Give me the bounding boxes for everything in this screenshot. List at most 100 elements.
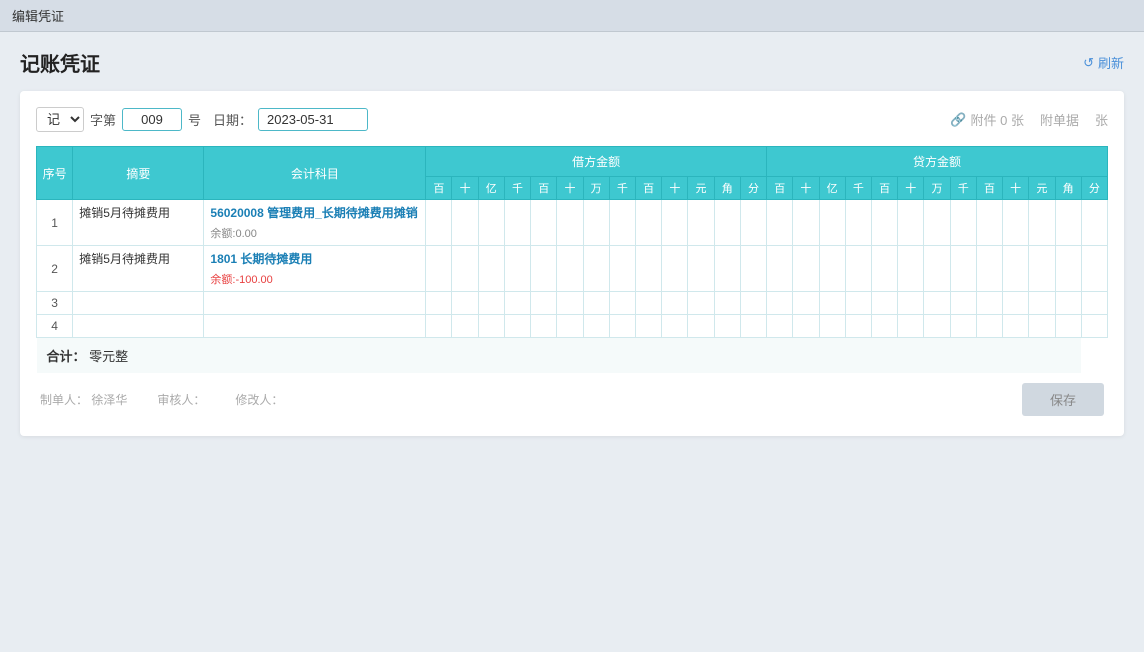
voucher-type-select[interactable]: 记 [36,107,84,132]
credit-amount-4[interactable] [871,246,897,292]
credit-amount-9[interactable] [1003,315,1029,338]
credit-amount-9[interactable] [1003,292,1029,315]
save-button[interactable]: 保存 [1022,383,1104,416]
debit-amount-8[interactable] [636,246,662,292]
credit-amount-10[interactable] [1029,200,1055,246]
table-row[interactable]: 1摊销5月待摊费用56020008 管理费用_长期待摊费用摊销余额:0.00 [37,200,1108,246]
debit-amount-11[interactable] [714,315,740,338]
credit-amount-12[interactable] [1081,246,1107,292]
debit-amount-12[interactable] [740,246,766,292]
debit-amount-7[interactable] [609,200,635,246]
credit-amount-7[interactable] [950,315,976,338]
refresh-button[interactable]: ↺ 刷新 [1083,53,1124,72]
credit-amount-1[interactable] [793,200,819,246]
credit-amount-0[interactable] [767,315,793,338]
credit-amount-10[interactable] [1029,292,1055,315]
credit-amount-12[interactable] [1081,315,1107,338]
credit-amount-11[interactable] [1055,315,1081,338]
debit-amount-1[interactable] [452,315,478,338]
debit-amount-7[interactable] [609,292,635,315]
credit-amount-2[interactable] [819,292,845,315]
debit-amount-0[interactable] [426,200,452,246]
row-account[interactable] [204,315,426,338]
credit-amount-11[interactable] [1055,200,1081,246]
debit-amount-9[interactable] [662,292,688,315]
debit-amount-8[interactable] [636,315,662,338]
debit-amount-6[interactable] [583,200,609,246]
credit-amount-8[interactable] [976,292,1002,315]
credit-amount-8[interactable] [976,200,1002,246]
credit-amount-11[interactable] [1055,246,1081,292]
debit-amount-10[interactable] [688,200,714,246]
credit-amount-9[interactable] [1003,246,1029,292]
debit-amount-4[interactable] [531,292,557,315]
row-summary[interactable] [73,292,204,315]
credit-amount-6[interactable] [924,246,950,292]
debit-amount-10[interactable] [688,315,714,338]
debit-amount-2[interactable] [478,246,504,292]
credit-amount-8[interactable] [976,315,1002,338]
credit-amount-10[interactable] [1029,315,1055,338]
row-summary[interactable] [73,315,204,338]
credit-amount-6[interactable] [924,292,950,315]
debit-amount-2[interactable] [478,315,504,338]
debit-amount-0[interactable] [426,315,452,338]
credit-amount-0[interactable] [767,200,793,246]
table-row[interactable]: 4 [37,315,1108,338]
debit-amount-4[interactable] [531,315,557,338]
debit-amount-11[interactable] [714,246,740,292]
debit-amount-6[interactable] [583,292,609,315]
credit-amount-11[interactable] [1055,292,1081,315]
credit-amount-3[interactable] [845,246,871,292]
row-summary[interactable]: 摊销5月待摊费用 [73,200,204,246]
debit-amount-4[interactable] [531,246,557,292]
credit-amount-12[interactable] [1081,200,1107,246]
debit-amount-1[interactable] [452,292,478,315]
credit-amount-1[interactable] [793,315,819,338]
credit-amount-1[interactable] [793,246,819,292]
credit-amount-2[interactable] [819,315,845,338]
debit-amount-0[interactable] [426,246,452,292]
credit-amount-7[interactable] [950,246,976,292]
debit-amount-11[interactable] [714,200,740,246]
debit-amount-8[interactable] [636,292,662,315]
credit-amount-7[interactable] [950,200,976,246]
row-summary[interactable]: 摊销5月待摊费用 [73,246,204,292]
debit-amount-1[interactable] [452,200,478,246]
debit-amount-5[interactable] [557,292,583,315]
debit-amount-1[interactable] [452,246,478,292]
debit-amount-3[interactable] [504,200,530,246]
debit-amount-10[interactable] [688,292,714,315]
debit-amount-9[interactable] [662,246,688,292]
table-row[interactable]: 3 [37,292,1108,315]
row-account[interactable]: 1801 长期待摊费用余额:-100.00 [204,246,426,292]
credit-amount-0[interactable] [767,292,793,315]
credit-amount-0[interactable] [767,246,793,292]
debit-amount-9[interactable] [662,315,688,338]
row-account[interactable] [204,292,426,315]
credit-amount-5[interactable] [898,315,924,338]
debit-amount-7[interactable] [609,315,635,338]
credit-amount-4[interactable] [871,292,897,315]
row-account[interactable]: 56020008 管理费用_长期待摊费用摊销余额:0.00 [204,200,426,246]
credit-amount-3[interactable] [845,292,871,315]
credit-amount-12[interactable] [1081,292,1107,315]
credit-amount-4[interactable] [871,315,897,338]
date-input[interactable] [258,108,368,131]
debit-amount-4[interactable] [531,200,557,246]
credit-amount-2[interactable] [819,246,845,292]
debit-amount-12[interactable] [740,200,766,246]
debit-amount-12[interactable] [740,292,766,315]
debit-amount-3[interactable] [504,246,530,292]
credit-amount-7[interactable] [950,292,976,315]
credit-amount-8[interactable] [976,246,1002,292]
debit-amount-9[interactable] [662,200,688,246]
debit-amount-3[interactable] [504,315,530,338]
debit-amount-6[interactable] [583,246,609,292]
debit-amount-12[interactable] [740,315,766,338]
credit-amount-5[interactable] [898,246,924,292]
credit-amount-10[interactable] [1029,246,1055,292]
credit-amount-3[interactable] [845,315,871,338]
debit-amount-2[interactable] [478,292,504,315]
debit-amount-8[interactable] [636,200,662,246]
